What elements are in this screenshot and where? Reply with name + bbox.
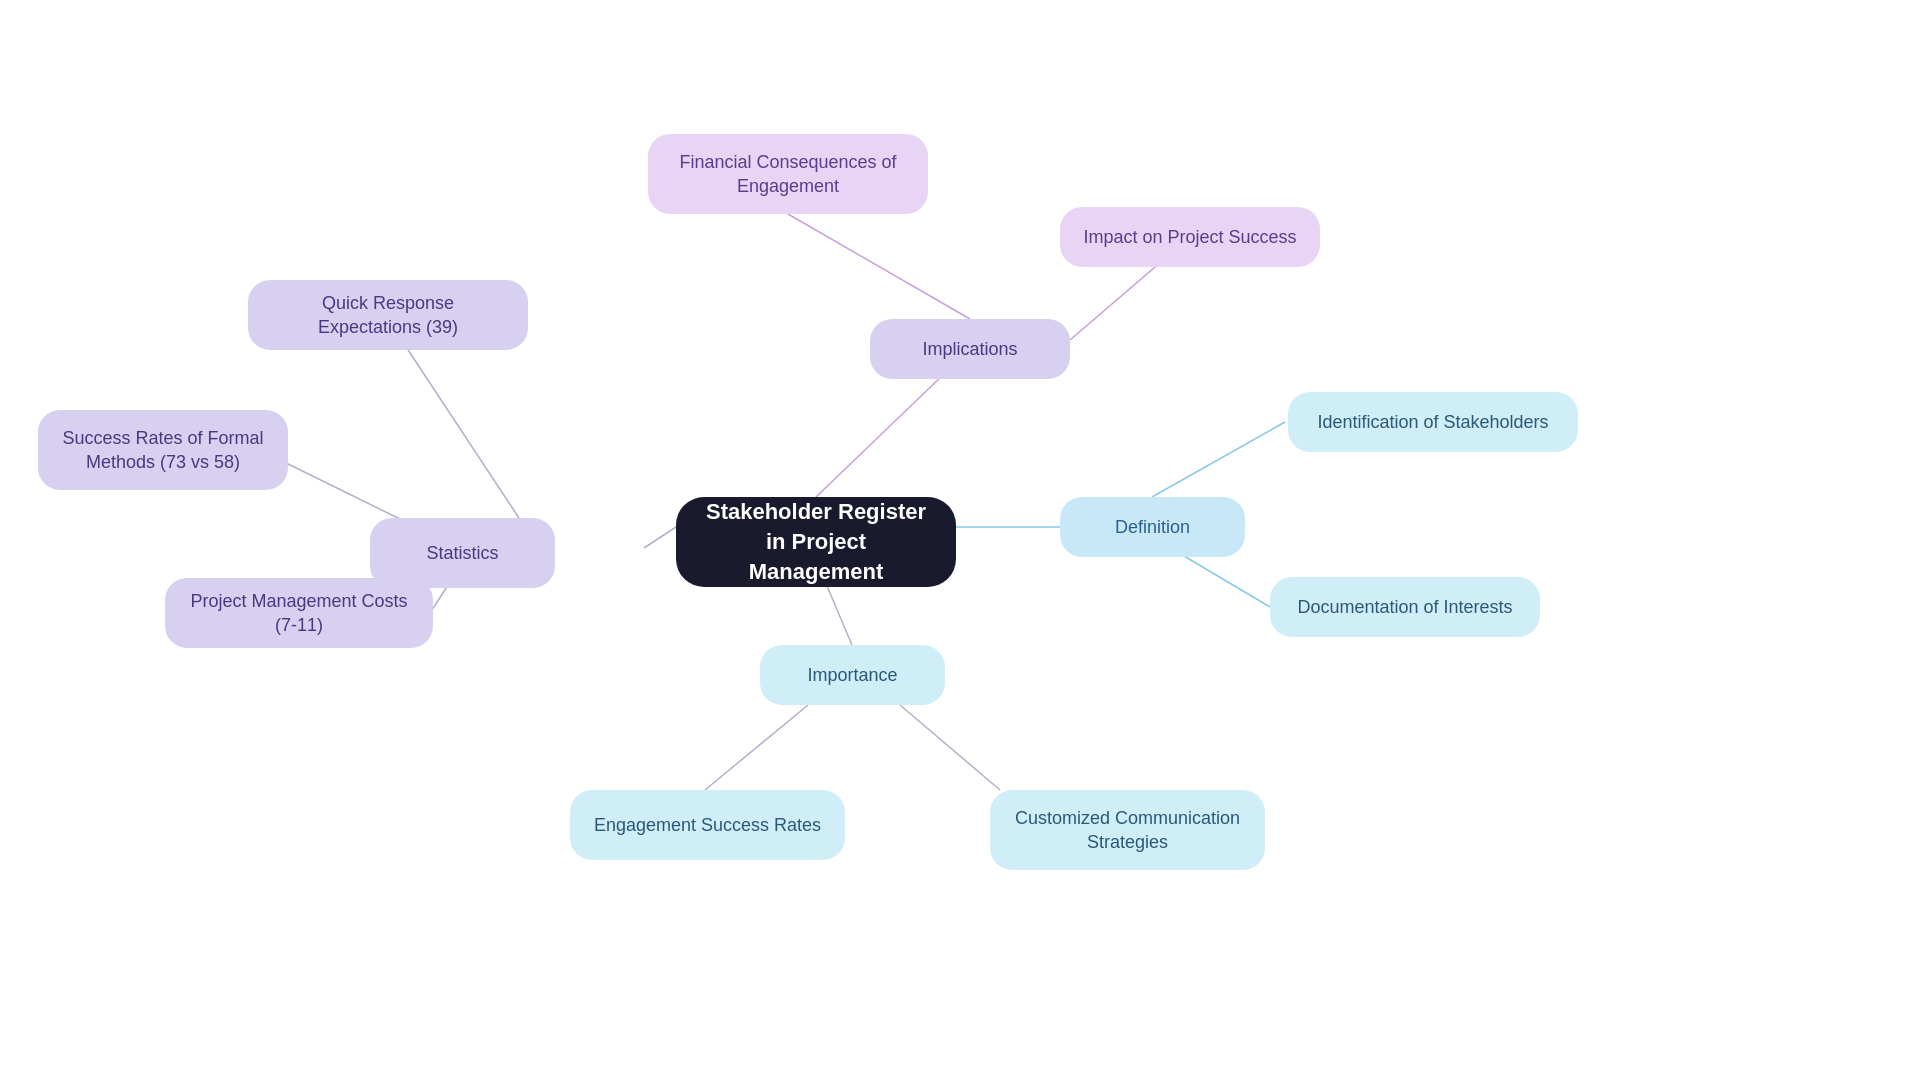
identification-node: Identification of Stakeholders <box>1288 392 1578 452</box>
impact-node: Impact on Project Success <box>1060 207 1320 267</box>
svg-line-12 <box>900 705 1000 790</box>
implications-node: Implications <box>870 319 1070 379</box>
quick-response-node: Quick Response Expectations (39) <box>248 280 528 350</box>
pm-costs-node: Project Management Costs (7-11) <box>165 578 433 648</box>
svg-line-11 <box>705 705 808 790</box>
svg-line-8 <box>1152 422 1285 497</box>
definition-node: Definition <box>1060 497 1245 557</box>
success-rates-node: Success Rates of Formal Methods (73 vs 5… <box>38 410 288 490</box>
importance-node: Importance <box>760 645 945 705</box>
financial-node: Financial Consequences of Engagement <box>648 134 928 214</box>
svg-line-3 <box>644 527 676 548</box>
engagement-success-node: Engagement Success Rates <box>570 790 845 860</box>
customized-comm-node: Customized Communication Strategies <box>990 790 1265 870</box>
center-node: Stakeholder Register in Project Manageme… <box>676 497 956 587</box>
svg-line-1 <box>788 214 970 319</box>
doc-interests-node: Documentation of Interests <box>1270 577 1540 637</box>
